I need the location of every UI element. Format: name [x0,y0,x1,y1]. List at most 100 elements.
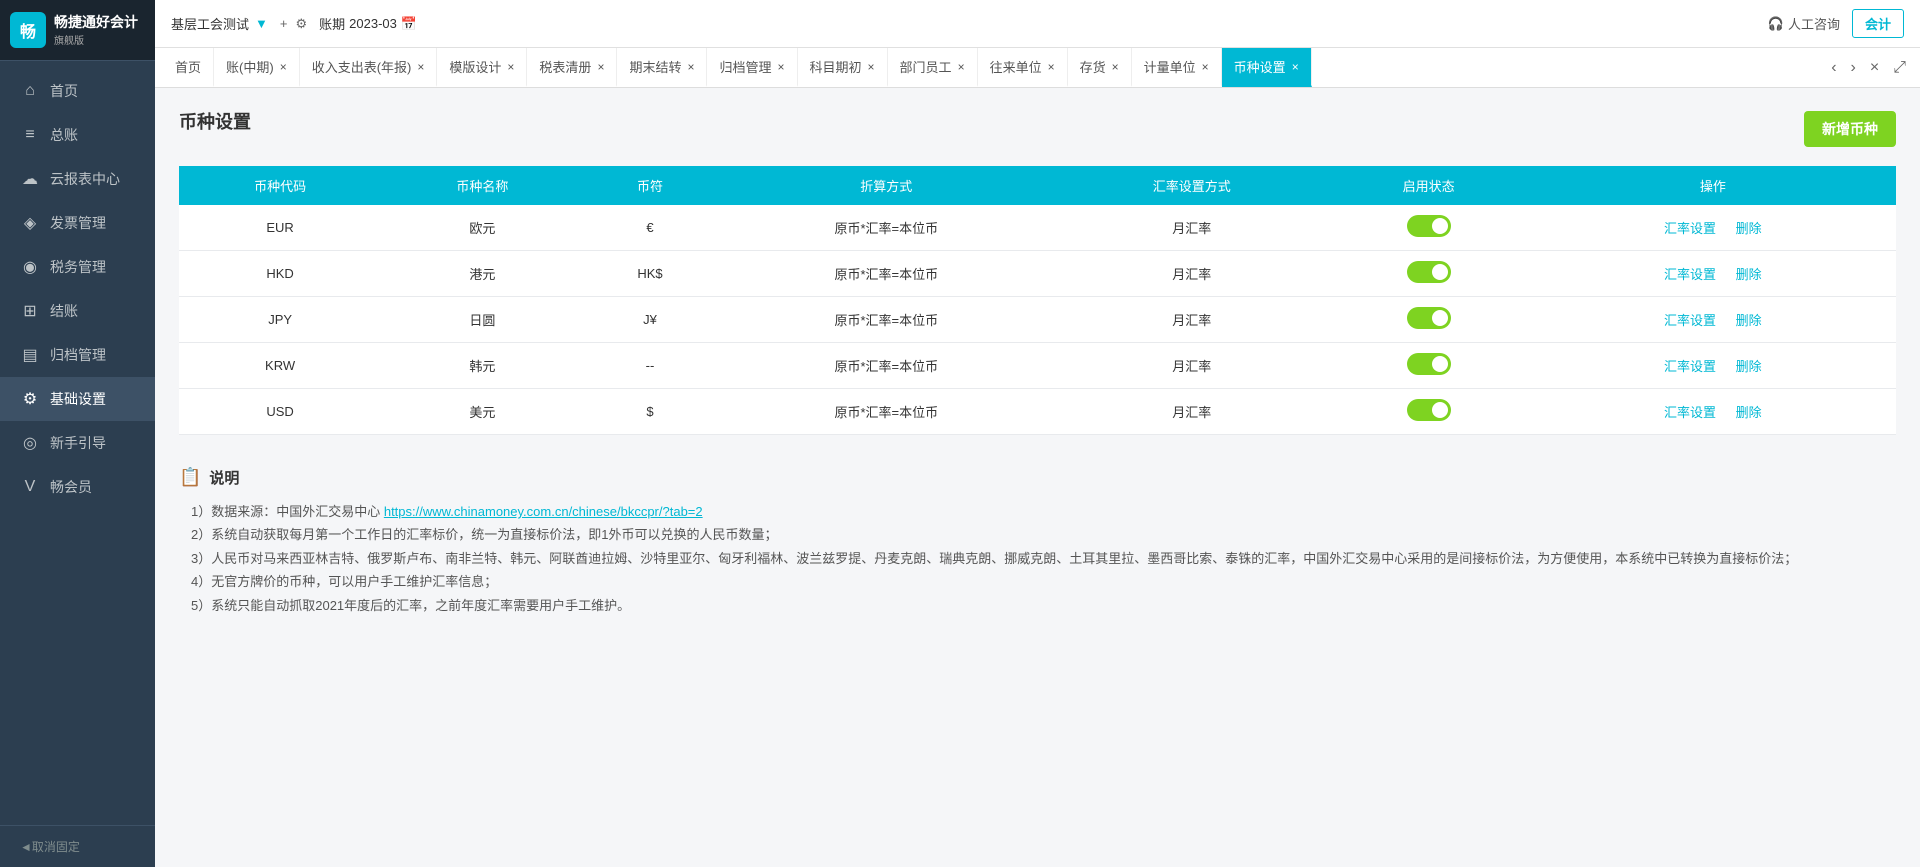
enabled-status [1327,205,1529,251]
table-row: KRW 韩元 -- 原币*汇率=本位币 月汇率 汇率设置 删除 [179,343,1896,389]
tab-balance[interactable]: 账(中期)× [214,48,300,87]
tab-next-button[interactable]: › [1845,55,1862,81]
tab-subjects[interactable]: 科目期初× [798,48,888,87]
tab-close-dept[interactable]: × [958,60,965,74]
enabled-toggle[interactable] [1407,215,1451,237]
delete-link[interactable]: 删除 [1736,267,1762,282]
app-logo-subtitle: 旗舰版 [54,32,138,47]
sidebar-item-guide[interactable]: ◎新手引导 [0,421,155,465]
enabled-toggle[interactable] [1407,399,1451,421]
tab-template[interactable]: 模版设计× [437,48,527,87]
service-button[interactable]: 🎧 人工咨询 [1768,14,1840,33]
topbar-right: 🎧 人工咨询 会计 [1768,9,1904,38]
calc-method: 原币*汇率=本位币 [716,389,1056,435]
tab-close-clients[interactable]: × [1048,60,1055,74]
rate-settings-link[interactable]: 汇率设置 [1664,405,1716,420]
rate-settings-link[interactable]: 汇率设置 [1664,313,1716,328]
new-currency-button[interactable]: 新增币种 [1804,111,1896,147]
tab-close-unit[interactable]: × [1202,60,1209,74]
calendar-icon[interactable]: 📅 [401,16,417,32]
toggle-knob [1432,218,1448,234]
tab-tax[interactable]: 税表清册 × [527,48,617,87]
tab-income[interactable]: 收入支出表(年报)× [300,48,438,87]
tab-clients[interactable]: 往来单位× [978,48,1068,87]
account-button[interactable]: 会计 [1852,9,1904,38]
tab-close-balance[interactable]: × [280,60,287,74]
rate-type: 月汇率 [1056,389,1327,435]
notes-item-2: 2）系统自动获取每月第一个工作日的汇率标价，统一为直接标价法，即1外币可以兑换的… [191,523,1896,546]
currency-name: 欧元 [381,205,583,251]
tab-unit[interactable]: 计量单位× [1132,48,1222,87]
rate-settings-link[interactable]: 汇率设置 [1664,221,1716,236]
enabled-toggle[interactable] [1407,353,1451,375]
workspace-dropdown-icon[interactable]: ▼ [255,16,268,31]
period-label: 账期 [319,14,345,33]
sidebar-label-basic: 基础设置 [50,389,106,409]
tab-close-all-button[interactable]: × [1864,55,1885,81]
sidebar-label-guide: 新手引导 [50,433,106,453]
settings-icon[interactable]: ⚙ [295,16,307,32]
enabled-toggle[interactable] [1407,261,1451,283]
headset-icon: 🎧 [1768,16,1784,32]
delete-link[interactable]: 删除 [1736,313,1762,328]
tab-prev-button[interactable]: ‹ [1825,55,1842,81]
tab-label-dept: 部门员工 [900,57,952,76]
tab-close-archive[interactable]: × [778,60,785,74]
delete-link[interactable]: 删除 [1736,405,1762,420]
sidebar-item-tax[interactable]: ◉税务管理 [0,245,155,289]
sidebar-unpin-button[interactable]: ◄取消固定 [0,825,155,867]
sidebar-item-basic[interactable]: ⚙基础设置 [0,377,155,421]
tab-close-inventory[interactable]: × [1112,60,1119,74]
sidebar-label-member: 畅会员 [50,477,92,497]
tab-label-tax: 税表清册 [539,57,591,76]
tab-close-tax[interactable]: × [597,60,604,74]
sidebar-nav: ⌂首页≡总账☁云报表中心◈发票管理◉税务管理⊞结账▤归档管理⚙基础设置◎新手引导… [0,61,155,825]
delete-link[interactable]: 删除 [1736,221,1762,236]
table-header-币符: 币符 [583,166,716,205]
sidebar-item-reports[interactable]: ☁云报表中心 [0,157,155,201]
tab-period-end[interactable]: 期末结转× [617,48,707,87]
tab-archive[interactable]: 归档管理× [707,48,797,87]
tab-close-income[interactable]: × [417,60,424,74]
notes-link[interactable]: https://www.chinamoney.com.cn/chinese/bk… [384,504,703,519]
tab-currency[interactable]: 币种设置× [1222,48,1312,87]
tab-close-currency[interactable]: × [1292,60,1299,74]
actions: 汇率设置 删除 [1530,389,1896,435]
currency-name: 美元 [381,389,583,435]
sidebar-item-invoice[interactable]: ◈发票管理 [0,201,155,245]
tab-close-template[interactable]: × [507,60,514,74]
member-icon: V [20,478,40,496]
tab-home[interactable]: 首页 [163,48,214,87]
calc-method: 原币*汇率=本位币 [716,251,1056,297]
enabled-status [1327,251,1529,297]
sidebar-item-member[interactable]: V 畅会员 [0,465,155,509]
enabled-toggle[interactable] [1407,307,1451,329]
workspace-selector[interactable]: 基层工会测试 ▼ [171,14,268,33]
rate-settings-link[interactable]: 汇率设置 [1664,267,1716,282]
sidebar-item-home[interactable]: ⌂首页 [0,69,155,113]
tab-label-home: 首页 [175,57,201,76]
tab-inventory[interactable]: 存货× [1068,48,1132,87]
calc-method: 原币*汇率=本位币 [716,343,1056,389]
tab-close-subjects[interactable]: × [868,60,875,74]
rate-settings-link[interactable]: 汇率设置 [1664,359,1716,374]
currency-code: USD [179,389,381,435]
tab-dept[interactable]: 部门员工 × [888,48,978,87]
add-workspace-button[interactable]: + [280,16,288,31]
tab-close-period-end[interactable]: × [687,60,694,74]
table-row: EUR 欧元 € 原币*汇率=本位币 月汇率 汇率设置 删除 [179,205,1896,251]
currency-code: KRW [179,343,381,389]
sidebar-item-settle[interactable]: ⊞结账 [0,289,155,333]
sidebar-label-archive: 归档管理 [50,345,106,365]
invoice-icon: ◈ [20,213,40,233]
currency-symbol: € [583,205,716,251]
calc-method: 原币*汇率=本位币 [716,205,1056,251]
app-logo-icon: 畅 [10,12,46,48]
sidebar-item-archive[interactable]: ▤归档管理 [0,333,155,377]
table-header-币种代码: 币种代码 [179,166,381,205]
sidebar-item-ledger[interactable]: ≡总账 [0,113,155,157]
delete-link[interactable]: 删除 [1736,359,1762,374]
notes-item-3: 3）人民币对马来西亚林吉特、俄罗斯卢布、南非兰特、韩元、阿联酋迪拉姆、沙特里亚尔… [191,547,1896,570]
period-value[interactable]: 2023-03 [349,16,397,31]
tab-fullscreen-button[interactable]: ⤢ [1887,55,1912,81]
